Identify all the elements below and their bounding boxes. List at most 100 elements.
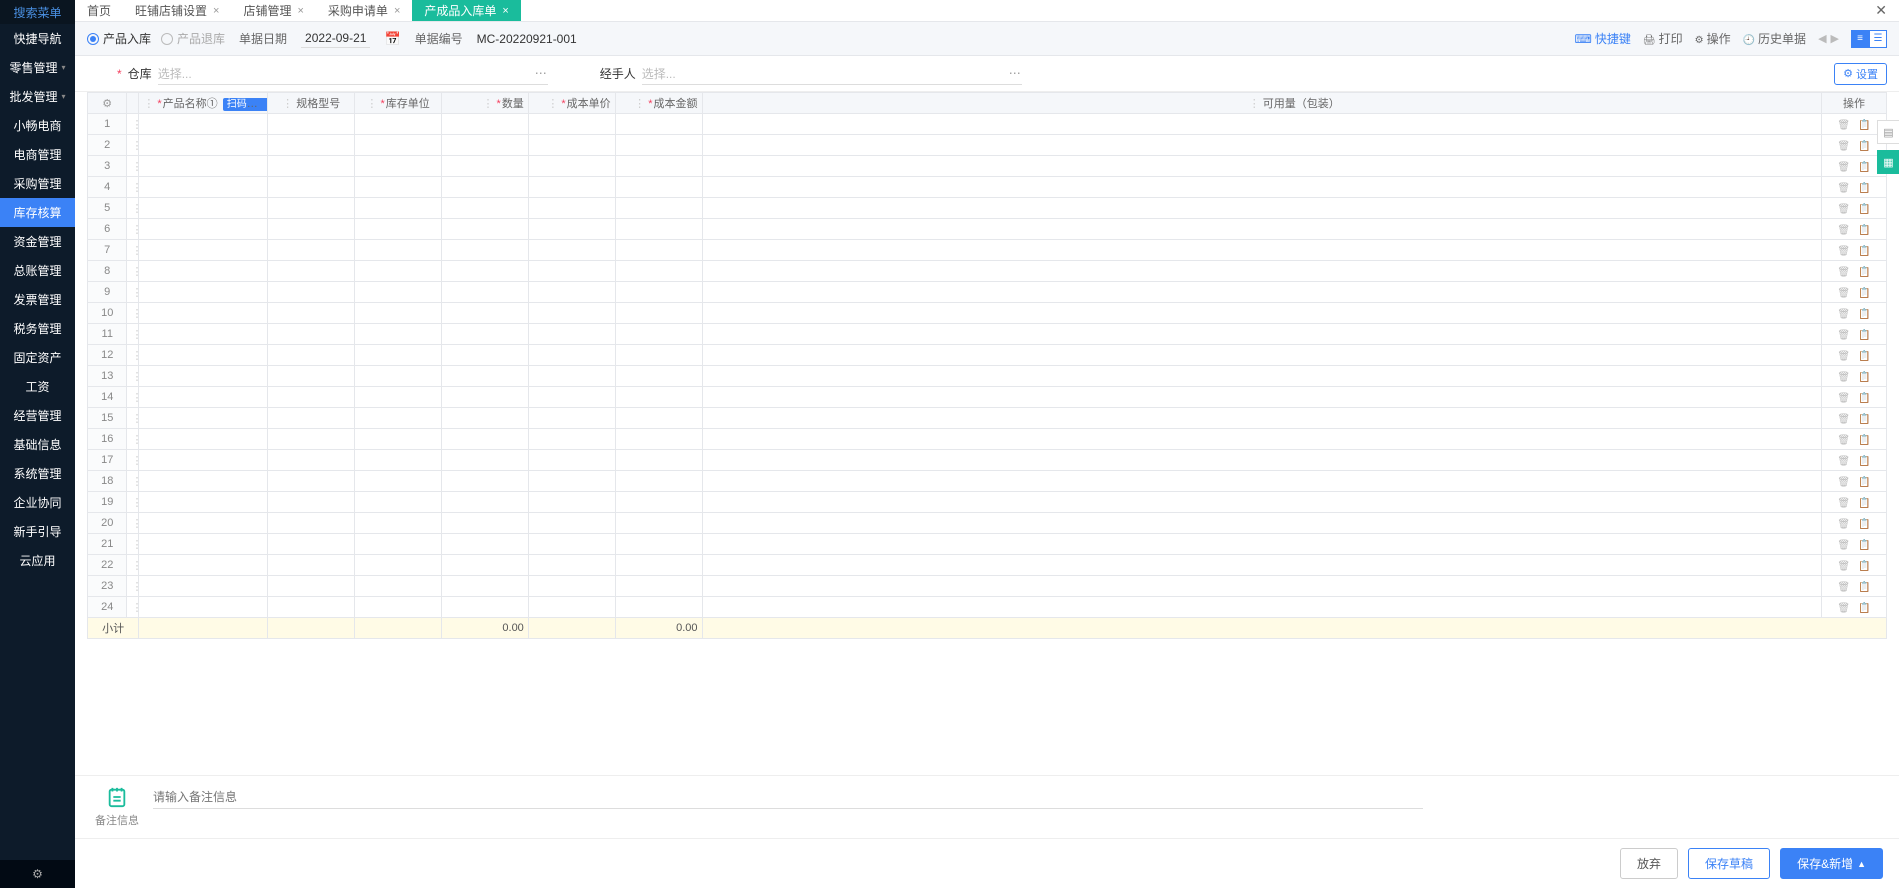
cell-unit[interactable]: [355, 261, 442, 282]
grid-row[interactable]: 19⋮: [88, 492, 1887, 513]
cell-name[interactable]: [139, 156, 268, 177]
delete-row-icon[interactable]: [1837, 306, 1850, 320]
cell-unit[interactable]: [355, 408, 442, 429]
delete-row-icon[interactable]: [1837, 243, 1850, 257]
copy-row-icon[interactable]: [1858, 516, 1870, 530]
cell-spec[interactable]: [268, 282, 355, 303]
edge-tab-1[interactable]: ▤: [1877, 120, 1899, 144]
cell-amount[interactable]: [615, 345, 702, 366]
remarks-input[interactable]: [153, 786, 1423, 809]
close-all-tabs-icon[interactable]: ✕: [1869, 2, 1893, 19]
cell-name[interactable]: [139, 135, 268, 156]
tab-0[interactable]: 首页: [75, 0, 123, 21]
doc-date-value[interactable]: 2022-09-21: [301, 29, 370, 48]
drag-handle-icon[interactable]: ⋮: [127, 366, 139, 387]
sidebar-item-6[interactable]: 库存核算: [0, 198, 75, 227]
drag-handle-icon[interactable]: ⋮: [127, 555, 139, 576]
grid-settings-button[interactable]: 设置: [1834, 63, 1887, 85]
delete-row-icon[interactable]: [1837, 117, 1850, 131]
cell-amount[interactable]: [615, 219, 702, 240]
cell-avail[interactable]: [702, 534, 1887, 555]
cell-unit[interactable]: [355, 282, 442, 303]
col-config[interactable]: [88, 93, 127, 114]
cell-spec[interactable]: [268, 114, 355, 135]
settings-gear-icon[interactable]: [32, 867, 43, 881]
cell-qty[interactable]: [441, 597, 528, 618]
cell-name[interactable]: [139, 450, 268, 471]
cell-name[interactable]: [139, 303, 268, 324]
sidebar-item-0[interactable]: 快捷导航: [0, 24, 75, 53]
sidebar-item-13[interactable]: 经营管理: [0, 401, 75, 430]
drag-handle-icon[interactable]: ⋮: [127, 387, 139, 408]
cell-avail[interactable]: [702, 366, 1887, 387]
cell-price[interactable]: [528, 597, 615, 618]
copy-row-icon[interactable]: [1858, 159, 1870, 173]
copy-row-icon[interactable]: [1858, 453, 1870, 467]
drag-handle-icon[interactable]: ⋮: [127, 408, 139, 429]
cell-name[interactable]: [139, 219, 268, 240]
drag-handle-icon[interactable]: ⋮: [127, 429, 139, 450]
tab-close-icon[interactable]: ×: [213, 5, 219, 17]
copy-row-icon[interactable]: [1858, 369, 1870, 383]
save-draft-button[interactable]: 保存草稿: [1688, 848, 1770, 879]
sidebar-item-9[interactable]: 发票管理: [0, 285, 75, 314]
cell-spec[interactable]: [268, 240, 355, 261]
cell-name[interactable]: [139, 114, 268, 135]
cell-name[interactable]: [139, 492, 268, 513]
sidebar-item-11[interactable]: 固定资产: [0, 343, 75, 372]
delete-row-icon[interactable]: [1837, 558, 1850, 572]
cell-name[interactable]: [139, 198, 268, 219]
cell-avail[interactable]: [702, 282, 1887, 303]
tab-3[interactable]: 采购申请单×: [316, 0, 412, 21]
cell-spec[interactable]: [268, 387, 355, 408]
copy-row-icon[interactable]: [1858, 432, 1870, 446]
scan-badge[interactable]: 扫码录入: [223, 98, 268, 111]
cell-name[interactable]: [139, 408, 268, 429]
grid-row[interactable]: 12⋮: [88, 345, 1887, 366]
col-product-name[interactable]: ⋮ *产品名称① 扫码录入: [139, 93, 268, 114]
cell-price[interactable]: [528, 555, 615, 576]
cell-amount[interactable]: [615, 177, 702, 198]
drag-handle-icon[interactable]: ⋮: [127, 450, 139, 471]
cell-name[interactable]: [139, 324, 268, 345]
cell-price[interactable]: [528, 240, 615, 261]
print-link[interactable]: 打印: [1643, 30, 1683, 47]
cell-amount[interactable]: [615, 429, 702, 450]
delete-row-icon[interactable]: [1837, 180, 1850, 194]
grid-row[interactable]: 22⋮: [88, 555, 1887, 576]
cell-price[interactable]: [528, 513, 615, 534]
cell-name[interactable]: [139, 513, 268, 534]
col-amount[interactable]: ⋮ *成本金额: [615, 93, 702, 114]
grid-row[interactable]: 5⋮: [88, 198, 1887, 219]
cell-amount[interactable]: [615, 387, 702, 408]
sidebar-item-16[interactable]: 企业协同: [0, 488, 75, 517]
radio-product-in[interactable]: 产品入库: [87, 30, 151, 47]
drag-handle-icon[interactable]: ⋮: [127, 576, 139, 597]
sidebar-item-3[interactable]: 小畅电商: [0, 111, 75, 140]
grid-row[interactable]: 3⋮: [88, 156, 1887, 177]
cell-qty[interactable]: [441, 429, 528, 450]
grid-row[interactable]: 4⋮: [88, 177, 1887, 198]
delete-row-icon[interactable]: [1837, 537, 1850, 551]
sidebar-item-18[interactable]: 云应用: [0, 546, 75, 575]
delete-row-icon[interactable]: [1837, 411, 1850, 425]
drag-handle-icon[interactable]: ⋮: [127, 345, 139, 366]
drag-handle-icon[interactable]: ⋮: [127, 219, 139, 240]
drag-handle-icon[interactable]: ⋮: [127, 492, 139, 513]
copy-row-icon[interactable]: [1858, 537, 1870, 551]
grid-row[interactable]: 11⋮: [88, 324, 1887, 345]
drag-handle-icon[interactable]: ⋮: [127, 156, 139, 177]
cell-spec[interactable]: [268, 534, 355, 555]
view-detail-icon[interactable]: ☰: [1869, 30, 1887, 48]
grid-row[interactable]: 14⋮: [88, 387, 1887, 408]
cell-unit[interactable]: [355, 324, 442, 345]
delete-row-icon[interactable]: [1837, 432, 1850, 446]
copy-row-icon[interactable]: [1858, 243, 1870, 257]
drag-handle-icon[interactable]: ⋮: [127, 282, 139, 303]
cell-name[interactable]: [139, 366, 268, 387]
cell-spec[interactable]: [268, 366, 355, 387]
cell-amount[interactable]: [615, 198, 702, 219]
grid-row[interactable]: 10⋮: [88, 303, 1887, 324]
sidebar-item-8[interactable]: 总账管理: [0, 256, 75, 285]
delete-row-icon[interactable]: [1837, 579, 1850, 593]
